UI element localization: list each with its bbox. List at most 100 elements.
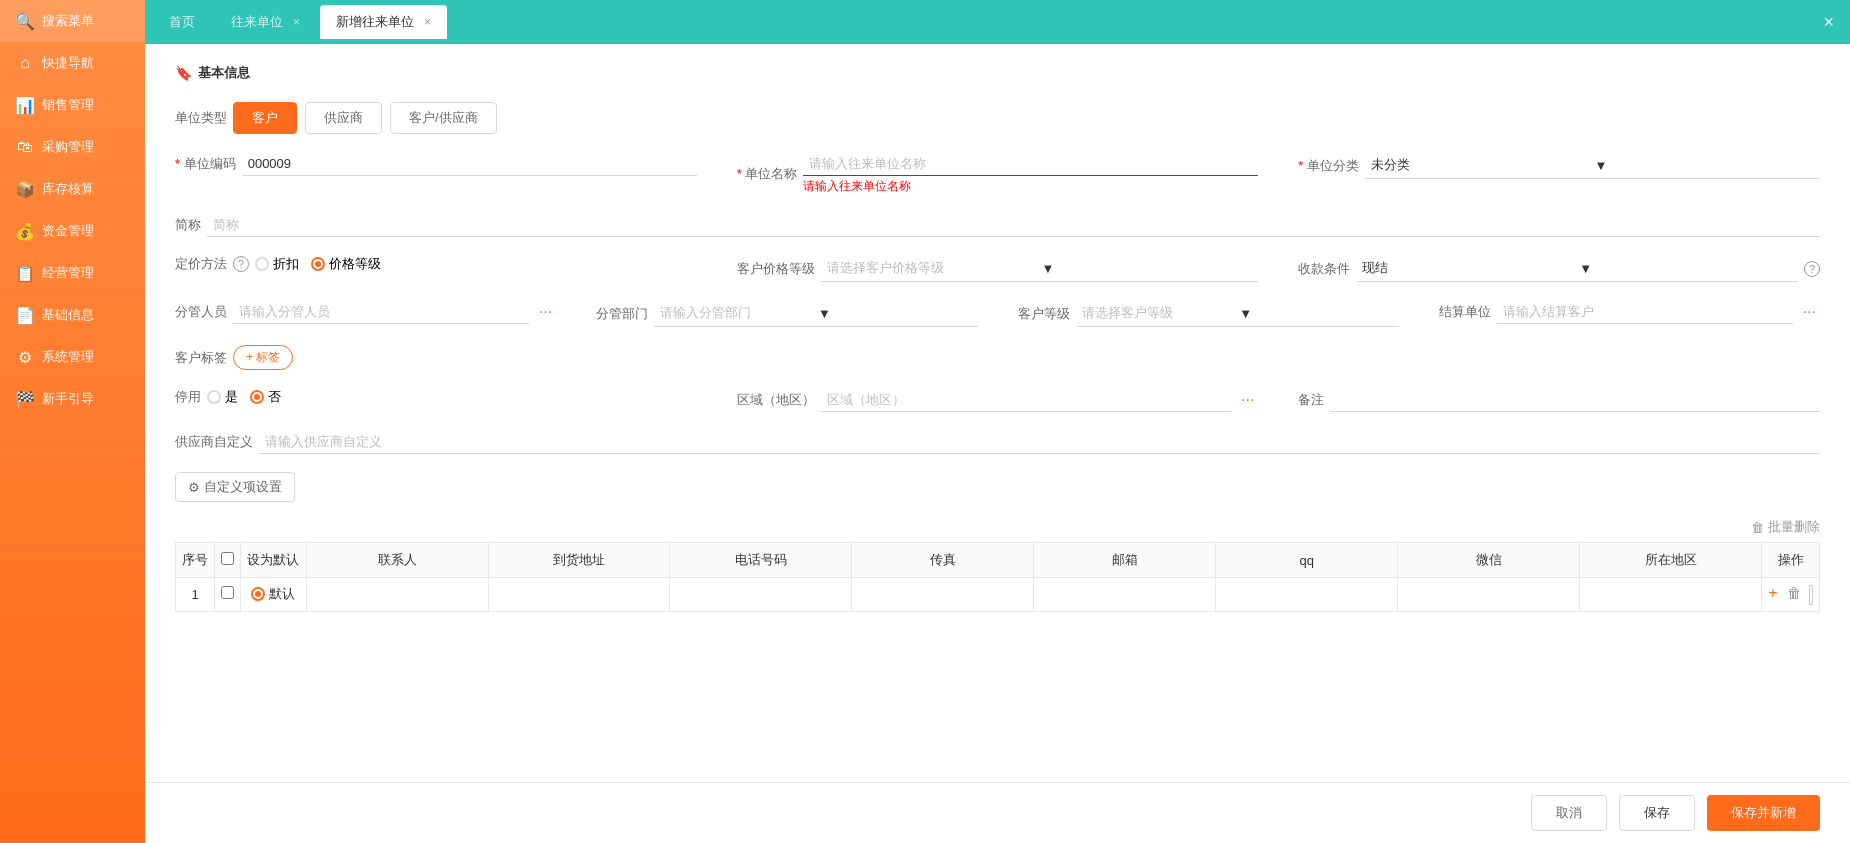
- address-input[interactable]: [495, 587, 664, 602]
- unit-type-supplier[interactable]: 供应商: [305, 102, 382, 134]
- sidebar: 🔍 搜索菜单 ⌂ 快捷导航 📊 销售管理 🛍 采购管理 📦 库存核算 💰 资金管…: [0, 0, 145, 843]
- sidebar-item-label: 系统管理: [42, 348, 94, 366]
- col-qq: qq: [1216, 543, 1398, 578]
- payment-terms-help-icon[interactable]: ?: [1804, 261, 1820, 277]
- unit-name-input[interactable]: [803, 152, 1258, 176]
- add-row-btn[interactable]: +: [1768, 584, 1777, 601]
- settlement-more-btn[interactable]: ···: [1799, 303, 1820, 321]
- row-fax[interactable]: [852, 578, 1034, 612]
- sidebar-item-label: 快捷导航: [42, 54, 94, 72]
- row-email[interactable]: [1034, 578, 1216, 612]
- unit-type-both[interactable]: 客户/供应商: [390, 102, 497, 134]
- manager-more-btn[interactable]: ···: [535, 303, 556, 321]
- sidebar-item-basic[interactable]: 📄 基础信息: [0, 294, 145, 336]
- unit-type-customer[interactable]: 客户: [233, 102, 297, 134]
- row-contact[interactable]: [306, 578, 488, 612]
- email-input[interactable]: [1040, 587, 1209, 602]
- sidebar-item-label: 基础信息: [42, 306, 94, 324]
- pricing-level-option[interactable]: 价格等级: [311, 255, 381, 273]
- customer-level-select[interactable]: 请选择客户等级 ▼: [1076, 300, 1399, 327]
- region-more-btn[interactable]: ···: [1237, 391, 1258, 409]
- delete-row-btn[interactable]: 🗑: [1787, 585, 1801, 601]
- sidebar-item-system[interactable]: ⚙ 系统管理: [0, 336, 145, 378]
- code-name-category-row: 单位编码 单位名称 请输入往来单位名称 单位分类 未分类 ▼: [175, 152, 1820, 195]
- sidebar-item-search[interactable]: 🔍 搜索菜单: [0, 0, 145, 42]
- disabled-label: 停用: [175, 388, 201, 406]
- region-input[interactable]: [821, 388, 1231, 412]
- region-label: 区域（地区）: [737, 391, 815, 409]
- sidebar-item-inventory[interactable]: 📦 库存核算: [0, 168, 145, 210]
- supplier-custom-label: 供应商自定义: [175, 433, 253, 451]
- customer-price-select[interactable]: 请选择客户价格等级 ▼: [821, 255, 1259, 282]
- chevron-down-icon: ▼: [1579, 261, 1792, 276]
- row-address[interactable]: [488, 578, 670, 612]
- fax-input[interactable]: [858, 587, 1027, 602]
- dept-select[interactable]: 请输入分管部门 ▼: [654, 300, 977, 327]
- custom-settings-button[interactable]: ⚙ 自定义项设置: [175, 472, 295, 502]
- row-region-input[interactable]: [1586, 587, 1755, 602]
- chevron-down-icon: ▼: [1595, 158, 1815, 173]
- settlement-input[interactable]: [1497, 300, 1793, 324]
- sidebar-item-purchase[interactable]: 🛍 采购管理: [0, 126, 145, 168]
- pricing-radio-group: 折扣 价格等级: [255, 255, 381, 273]
- sidebar-item-quicknav[interactable]: ⌂ 快捷导航: [0, 42, 145, 84]
- row-qq[interactable]: [1216, 578, 1398, 612]
- tab-home[interactable]: 首页: [153, 5, 211, 39]
- unit-category-select[interactable]: 未分类 ▼: [1365, 152, 1820, 179]
- supplier-custom-row: 供应商自定义: [175, 430, 1820, 454]
- default-radio[interactable]: [251, 587, 265, 601]
- pricing-discount-option[interactable]: 折扣: [255, 255, 299, 273]
- tab-new-partner-close[interactable]: ×: [424, 15, 431, 29]
- pricing-help-icon[interactable]: ?: [233, 256, 249, 272]
- select-all-checkbox[interactable]: [221, 552, 234, 565]
- sidebar-item-finance[interactable]: 💰 资金管理: [0, 210, 145, 252]
- customer-tag-field: 客户标签 + 标签: [175, 345, 1820, 370]
- row-region[interactable]: [1580, 578, 1762, 612]
- manager-input[interactable]: [233, 300, 529, 324]
- tab-partners-close[interactable]: ×: [293, 15, 300, 29]
- tab-new-partner[interactable]: 新增往来单位 ×: [320, 5, 447, 39]
- short-name-input[interactable]: [207, 213, 1820, 237]
- unit-code-input[interactable]: [242, 152, 697, 176]
- qq-input[interactable]: [1222, 587, 1391, 602]
- sidebar-item-label: 采购管理: [42, 138, 94, 156]
- disabled-yes-radio[interactable]: [207, 390, 221, 404]
- settlement-label: 结算单位: [1439, 303, 1491, 321]
- gear-small-icon: ⚙: [188, 480, 200, 495]
- batch-delete-btn[interactable]: 🗑 批量删除: [1751, 518, 1820, 536]
- row-phone[interactable]: [670, 578, 852, 612]
- tag-row: 客户标签 + 标签: [175, 345, 1820, 370]
- save-button[interactable]: 保存: [1619, 795, 1695, 831]
- remark-input[interactable]: [1330, 388, 1820, 412]
- disabled-radio-group: 是 否: [207, 388, 281, 406]
- window-close-button[interactable]: ×: [1815, 12, 1842, 33]
- row-checkbox[interactable]: [221, 586, 234, 599]
- row-wechat[interactable]: [1398, 578, 1580, 612]
- unit-type-field: 单位类型 客户 供应商 客户/供应商: [175, 102, 1820, 134]
- table-header-row: 🗑 批量删除: [175, 518, 1820, 536]
- wechat-input[interactable]: [1404, 587, 1573, 602]
- sidebar-item-sales[interactable]: 📊 销售管理: [0, 84, 145, 126]
- unit-type-group: 客户 供应商 客户/供应商: [233, 102, 497, 134]
- form-content: 🔖 基本信息 单位类型 客户 供应商 客户/供应商 单位编码 单位名: [145, 44, 1850, 782]
- supplier-custom-input[interactable]: [259, 430, 1820, 454]
- disabled-yes-option[interactable]: 是: [207, 388, 238, 406]
- col-contact: 联系人: [306, 543, 488, 578]
- supplier-custom-field: 供应商自定义: [175, 430, 1820, 454]
- price-level-radio[interactable]: [311, 257, 325, 271]
- cancel-button[interactable]: 取消: [1531, 795, 1607, 831]
- tab-partners[interactable]: 往来单位 ×: [215, 5, 316, 39]
- sidebar-item-operations[interactable]: 📋 经营管理: [0, 252, 145, 294]
- save-new-button[interactable]: 保存并新增: [1707, 795, 1820, 831]
- contact-input[interactable]: [313, 587, 482, 602]
- disabled-no-radio[interactable]: [250, 390, 264, 404]
- customer-tag-label: 客户标签: [175, 349, 227, 367]
- col-checkbox: [215, 543, 241, 578]
- sidebar-item-newbie[interactable]: 🏁 新手引导: [0, 378, 145, 420]
- tab-bar: 首页 往来单位 × 新增往来单位 × ×: [145, 0, 1850, 44]
- add-tag-button[interactable]: + 标签: [233, 345, 293, 370]
- payment-terms-select[interactable]: 现结 ▼: [1356, 255, 1798, 282]
- discount-radio[interactable]: [255, 257, 269, 271]
- phone-input[interactable]: [676, 587, 845, 602]
- disabled-no-option[interactable]: 否: [250, 388, 281, 406]
